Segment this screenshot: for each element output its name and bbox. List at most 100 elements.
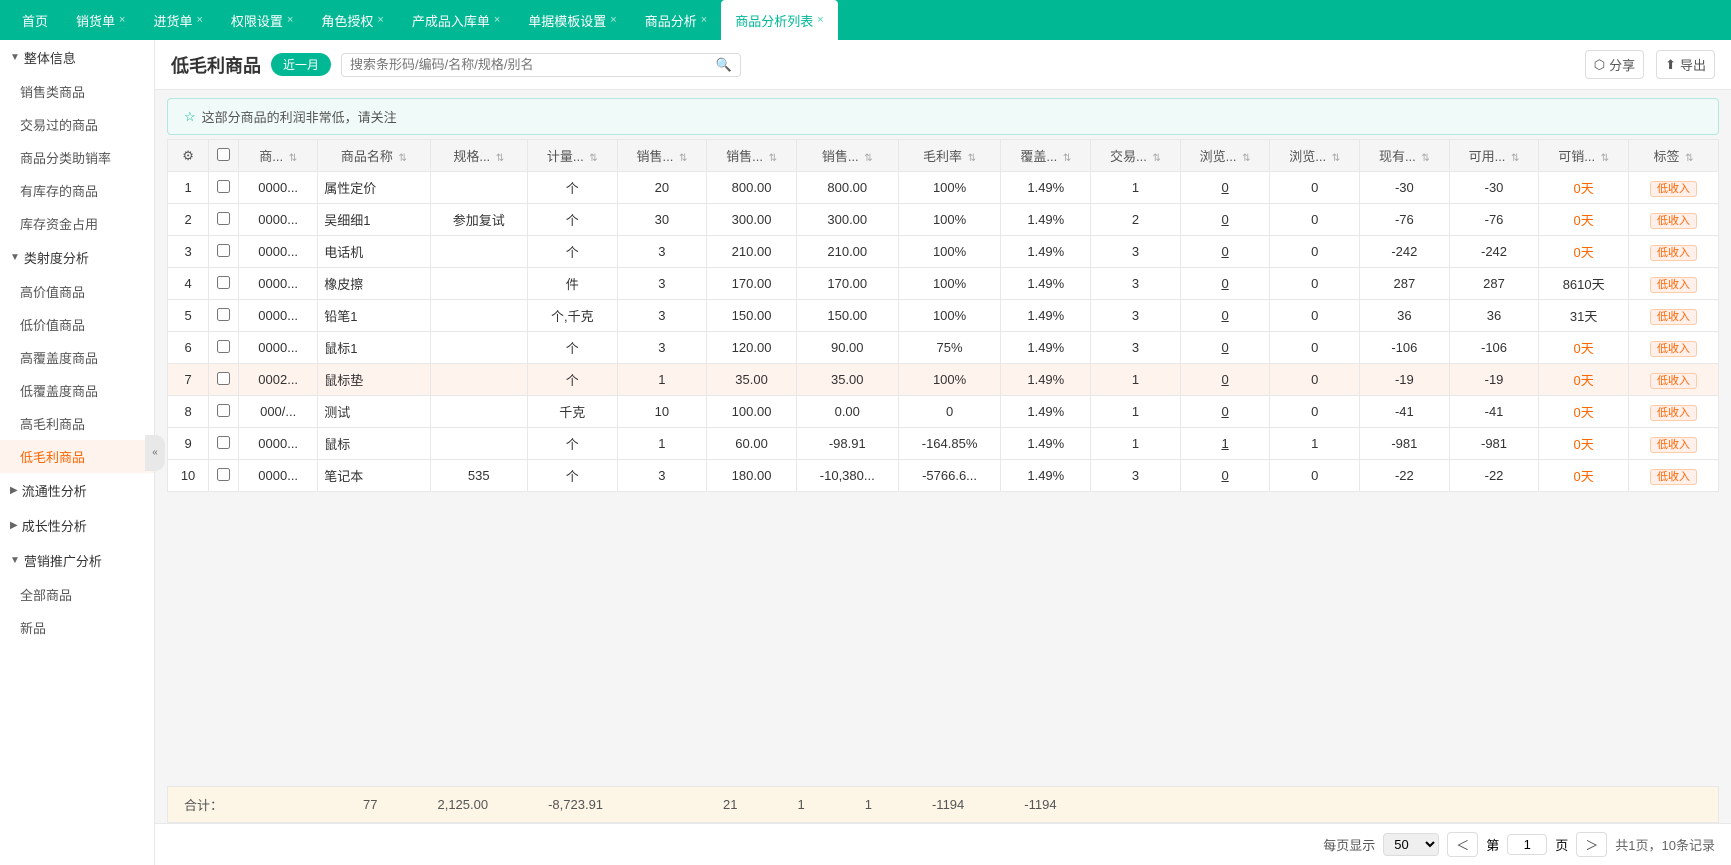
nav-product-analysis[interactable]: 商品分析 ×: [631, 0, 721, 40]
cell-views1[interactable]: 0: [1180, 460, 1270, 492]
th-saleable[interactable]: 可销... ⇅: [1539, 140, 1629, 172]
row-checkbox[interactable]: [217, 404, 230, 417]
row-checkbox[interactable]: [217, 340, 230, 353]
nav-purchase-order[interactable]: 进货单 ×: [139, 0, 216, 40]
sidebar-item-high-value[interactable]: 高价值商品: [0, 275, 154, 308]
filter-recent-month[interactable]: 近一月: [271, 53, 331, 76]
sidebar-item-high-coverage[interactable]: 高覆盖度商品: [0, 341, 154, 374]
cell-checkbox[interactable]: [209, 204, 239, 236]
th-trade[interactable]: 交易... ⇅: [1091, 140, 1181, 172]
table-scroll-wrapper[interactable]: ⚙ 商... ⇅ 商品名称 ⇅ 规格... ⇅ 计量... ⇅ 销售... ⇅ …: [167, 139, 1719, 786]
close-icon[interactable]: ×: [377, 14, 383, 26]
th-available[interactable]: 可用... ⇅: [1449, 140, 1539, 172]
cell-views1[interactable]: 0: [1180, 204, 1270, 236]
cell-checkbox[interactable]: [209, 236, 239, 268]
search-icon[interactable]: 🔍: [716, 57, 732, 73]
th-current[interactable]: 现有... ⇅: [1360, 140, 1450, 172]
sidebar-section-marketing[interactable]: ▼ 营销推广分析: [0, 543, 154, 578]
prev-page-button[interactable]: ＜: [1447, 832, 1478, 857]
nav-product-receipt[interactable]: 产成品入库单 ×: [398, 0, 514, 40]
th-margin[interactable]: 毛利率 ⇅: [898, 140, 1001, 172]
search-box[interactable]: 🔍: [341, 53, 741, 77]
nav-sales-order[interactable]: 销货单 ×: [62, 0, 139, 40]
sidebar-section-overall[interactable]: ▼ 整体信息: [0, 40, 154, 75]
row-checkbox[interactable]: [217, 372, 230, 385]
sidebar-section-growth[interactable]: ▶ 成长性分析: [0, 508, 154, 543]
nav-product-analysis-list[interactable]: 商品分析列表 ×: [721, 0, 837, 40]
cell-views1[interactable]: 0: [1180, 332, 1270, 364]
cell-views1[interactable]: 1: [1180, 428, 1270, 460]
cell-checkbox[interactable]: [209, 172, 239, 204]
cell-checkbox[interactable]: [209, 268, 239, 300]
row-checkbox[interactable]: [217, 468, 230, 481]
close-icon[interactable]: ×: [494, 14, 500, 26]
sidebar-item-category-rate[interactable]: 商品分类助销率: [0, 141, 154, 174]
row-checkbox[interactable]: [217, 436, 230, 449]
row-checkbox[interactable]: [217, 308, 230, 321]
page-number-input[interactable]: [1507, 834, 1547, 855]
th-coverage[interactable]: 覆盖... ⇅: [1001, 140, 1091, 172]
close-icon[interactable]: ×: [701, 14, 707, 26]
th-tag[interactable]: 标签 ⇅: [1628, 140, 1718, 172]
sidebar-section-circulation[interactable]: ▶ 流通性分析: [0, 473, 154, 508]
close-icon[interactable]: ×: [817, 14, 823, 26]
next-page-button[interactable]: ＞: [1576, 832, 1607, 857]
cell-views1[interactable]: 0: [1180, 364, 1270, 396]
th-spec[interactable]: 规格... ⇅: [430, 140, 527, 172]
cell-checkbox[interactable]: [209, 332, 239, 364]
sidebar-item-traded-products[interactable]: 交易过的商品: [0, 108, 154, 141]
nav-home[interactable]: 首页: [8, 0, 62, 40]
sidebar-collapse-button[interactable]: «: [145, 435, 165, 471]
th-settings[interactable]: ⚙: [168, 140, 209, 172]
row-checkbox[interactable]: [217, 212, 230, 225]
close-icon[interactable]: ×: [196, 14, 202, 26]
th-name[interactable]: 商品名称 ⇅: [318, 140, 430, 172]
search-input[interactable]: [350, 57, 716, 72]
nav-template-settings[interactable]: 单据模板设置 ×: [514, 0, 630, 40]
nav-permission-settings[interactable]: 权限设置 ×: [217, 0, 307, 40]
cell-checkbox[interactable]: [209, 428, 239, 460]
th-code[interactable]: 商... ⇅: [239, 140, 318, 172]
sidebar-item-low-value[interactable]: 低价值商品: [0, 308, 154, 341]
footer-current: -1194: [932, 797, 964, 812]
cell-sales-profit: 0.00: [796, 396, 898, 428]
cell-views1[interactable]: 0: [1180, 300, 1270, 332]
cell-checkbox[interactable]: [209, 364, 239, 396]
cell-views1[interactable]: 0: [1180, 268, 1270, 300]
th-checkbox[interactable]: [209, 140, 239, 172]
cell-views1[interactable]: 0: [1180, 236, 1270, 268]
sidebar-item-all-products[interactable]: 全部商品: [0, 578, 154, 611]
cell-unit: 个: [527, 428, 617, 460]
sidebar-item-in-stock[interactable]: 有库存的商品: [0, 174, 154, 207]
cell-checkbox[interactable]: [209, 300, 239, 332]
cell-views1[interactable]: 0: [1180, 172, 1270, 204]
nav-role-auth[interactable]: 角色授权 ×: [307, 0, 397, 40]
cell-views1[interactable]: 0: [1180, 396, 1270, 428]
close-icon[interactable]: ×: [119, 14, 125, 26]
sidebar-item-sales-products[interactable]: 销售类商品: [0, 75, 154, 108]
close-icon[interactable]: ×: [287, 14, 293, 26]
th-views2[interactable]: 浏览... ⇅: [1270, 140, 1360, 172]
sidebar-item-new-products[interactable]: 新品: [0, 611, 154, 644]
th-sales-profit[interactable]: 销售... ⇅: [796, 140, 898, 172]
row-checkbox[interactable]: [217, 244, 230, 257]
th-sales-count[interactable]: 销售... ⇅: [617, 140, 707, 172]
th-views1[interactable]: 浏览... ⇅: [1180, 140, 1270, 172]
sidebar-item-capital[interactable]: 库存资金占用: [0, 207, 154, 240]
export-button[interactable]: ⬆ 导出: [1656, 50, 1715, 79]
sidebar-item-low-coverage[interactable]: 低覆盖度商品: [0, 374, 154, 407]
cell-checkbox[interactable]: [209, 460, 239, 492]
row-checkbox[interactable]: [217, 180, 230, 193]
share-button[interactable]: ⬡ 分享: [1585, 50, 1644, 79]
cell-checkbox[interactable]: [209, 396, 239, 428]
close-icon[interactable]: ×: [610, 14, 616, 26]
th-unit[interactable]: 计量... ⇅: [527, 140, 617, 172]
th-sales-amount[interactable]: 销售... ⇅: [707, 140, 797, 172]
cell-views2: 0: [1270, 172, 1360, 204]
per-page-select[interactable]: 50 100 200: [1383, 833, 1439, 856]
sidebar-section-class-analysis[interactable]: ▼ 类射度分析: [0, 240, 154, 275]
sidebar-item-high-margin[interactable]: 高毛利商品: [0, 407, 154, 440]
sidebar-item-low-margin[interactable]: 低毛利商品: [0, 440, 154, 473]
select-all-checkbox[interactable]: [217, 148, 230, 161]
row-checkbox[interactable]: [217, 276, 230, 289]
